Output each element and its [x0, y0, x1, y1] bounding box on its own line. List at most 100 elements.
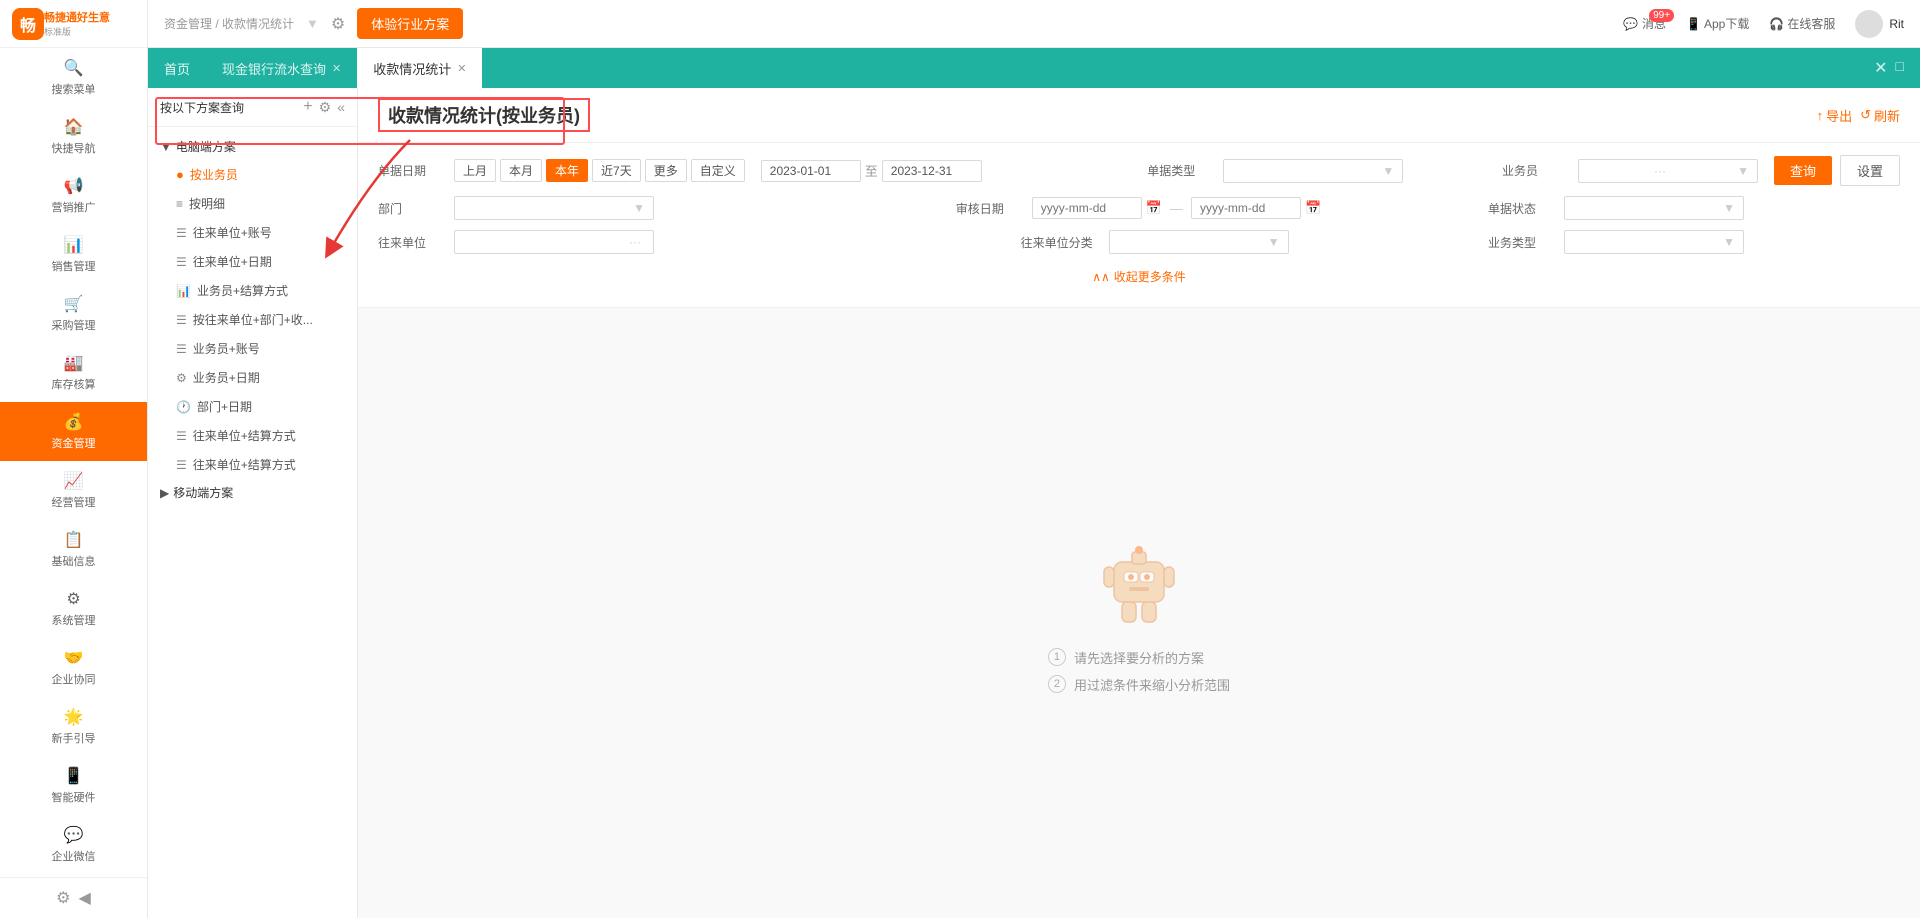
- audit-to-calendar-icon[interactable]: 📅: [1305, 200, 1321, 216]
- tree-item-salesperson-account[interactable]: ☰ 业务员+账号: [148, 334, 357, 363]
- biz-type-select[interactable]: ▼: [1564, 230, 1744, 254]
- trial-btn[interactable]: 体验行业方案: [357, 8, 463, 39]
- sidebar-item-basic[interactable]: 📋基础信息: [0, 520, 147, 579]
- mobile-group-header[interactable]: ▶ 移动端方案: [148, 479, 357, 506]
- dept-label: 部门: [378, 200, 438, 217]
- bill-status-select[interactable]: ▼: [1564, 196, 1744, 220]
- audit-to-input[interactable]: [1191, 197, 1301, 219]
- partner-more-btn[interactable]: ···: [629, 235, 641, 249]
- topbar-online-service[interactable]: 🎧 在线客服: [1769, 15, 1835, 32]
- topbar-settings-icon[interactable]: ⚙: [331, 14, 345, 34]
- export-button[interactable]: ↑ 导出: [1817, 106, 1853, 125]
- collapse-icon: ∧∧: [1092, 270, 1110, 284]
- salesperson-select[interactable]: ··· ▼: [1578, 159, 1758, 183]
- scheme-settings-icon[interactable]: ⚙: [319, 99, 332, 116]
- page-header: 收款情况统计(按业务员) ↑ 导出 ↺ 刷新: [358, 88, 1920, 143]
- sidebar-item-operation[interactable]: 📈经营管理: [0, 461, 147, 520]
- tree-item-unit-account[interactable]: ☰ 往来单位+账号: [148, 218, 357, 247]
- hint-num-1: 1: [1048, 648, 1066, 666]
- window-close-btn[interactable]: ✕: [1874, 58, 1887, 78]
- salesperson-label: 业务员: [1502, 162, 1562, 179]
- date-btn-last-month[interactable]: 上月: [454, 159, 496, 182]
- mobile-label: 移动端方案: [173, 484, 233, 501]
- sidebar-item-quick-nav[interactable]: 🏠快捷导航: [0, 107, 147, 166]
- tree-item-salesperson[interactable]: ● 按业务员: [148, 160, 357, 189]
- pc-group: ▼ 电脑端方案 ● 按业务员 ≡ 按明细 ☰ 往来单位+账号: [148, 133, 357, 479]
- tab-receipt-stats-close[interactable]: ✕: [457, 62, 466, 75]
- topbar-messages[interactable]: 💬 消息 99+: [1623, 15, 1666, 32]
- tree-item-unit-settlement1[interactable]: ☰ 往来单位+结算方式: [148, 421, 357, 450]
- empty-hints: 1 请先选择要分析的方案 2 用过滤条件来缩小分析范围: [1048, 648, 1230, 694]
- date-btn-this-month[interactable]: 本月: [500, 159, 542, 182]
- sidebar-label-hardware: 智能硬件: [52, 789, 96, 805]
- date-btn-7days[interactable]: 近7天: [592, 159, 641, 182]
- tree-item-unit-settlement2[interactable]: ☰ 往来单位+结算方式: [148, 450, 357, 479]
- date-btn-this-year[interactable]: 本年: [546, 159, 588, 182]
- sidebar-item-purchase[interactable]: 🛒采购管理: [0, 284, 147, 343]
- salesperson-more-icon: ···: [1654, 164, 1666, 178]
- sidebar-item-wechat[interactable]: 💬企业微信: [0, 815, 147, 874]
- tree-item-unit-dept-receipt[interactable]: ☰ 按往来单位+部门+收...: [148, 305, 357, 334]
- service-icon: 🎧: [1769, 17, 1784, 31]
- panel-collapse-icon[interactable]: «: [337, 99, 345, 115]
- hint-text-2: 用过滤条件来缩小分析范围: [1074, 675, 1230, 694]
- sidebar-item-warehouse[interactable]: 🏭库存核算: [0, 343, 147, 402]
- export-icon: ↑: [1817, 108, 1824, 123]
- bill-status-label: 单据状态: [1488, 200, 1548, 217]
- sidebar-item-guide[interactable]: 🌟新手引导: [0, 697, 147, 756]
- tree-item-dept-date[interactable]: 🕐 部门+日期: [148, 392, 357, 421]
- tree-item-detail[interactable]: ≡ 按明细: [148, 189, 357, 218]
- unit-account-label: 往来单位+账号: [193, 224, 272, 241]
- sidebar-label-operation: 经营管理: [52, 494, 96, 510]
- sidebar-item-system[interactable]: ⚙系统管理: [0, 579, 147, 638]
- date-input-group: 至: [761, 160, 982, 182]
- date-btn-more[interactable]: 更多: [645, 159, 687, 182]
- sidebar-item-enterprise[interactable]: 🤝企业协同: [0, 638, 147, 697]
- sidebar-label-purchase: 采购管理: [52, 317, 96, 333]
- biz-type-arrow: ▼: [1723, 235, 1735, 249]
- sidebar-item-search[interactable]: 🔍搜索菜单: [0, 48, 147, 107]
- date-from-input[interactable]: [761, 160, 861, 182]
- dept-date-icon: 🕐: [176, 400, 191, 414]
- sidebar-item-hardware[interactable]: 📱智能硬件: [0, 756, 147, 815]
- sidebar-item-finance[interactable]: 💰资金管理: [0, 402, 147, 461]
- add-scheme-icon[interactable]: +: [303, 98, 312, 116]
- tree-item-salesperson-settlement[interactable]: 📊 业务员+结算方式: [148, 276, 357, 305]
- salesperson-account-icon: ☰: [176, 342, 187, 356]
- partner-select[interactable]: ···: [454, 230, 654, 254]
- detail-icon: ≡: [176, 197, 183, 211]
- tab-receipt-stats-label: 收款情况统计: [373, 59, 451, 78]
- sidebar-settings-icon[interactable]: ⚙: [56, 888, 70, 908]
- query-button[interactable]: 查询: [1774, 156, 1832, 185]
- date-to-input[interactable]: [882, 160, 982, 182]
- collapse-btn[interactable]: ∧∧ 收起更多条件: [1092, 260, 1186, 293]
- tab-bank-flow-label: 现金银行流水查询: [222, 59, 326, 78]
- tab-bank-flow[interactable]: 现金银行流水查询 ✕: [206, 48, 357, 88]
- dept-select[interactable]: ▼: [454, 196, 654, 220]
- unit-settlement2-icon: ☰: [176, 458, 187, 472]
- tab-receipt-stats[interactable]: 收款情况统计 ✕: [357, 48, 482, 88]
- tree-item-unit-date[interactable]: ☰ 往来单位+日期: [148, 247, 357, 276]
- filter-row-2: 部门 ▼ 审核日期 📅 — 📅 单据状态: [378, 196, 1900, 220]
- bill-type-select[interactable]: ▼: [1223, 159, 1403, 183]
- user-avatar-area[interactable]: Rit: [1855, 10, 1904, 38]
- sidebar-collapse-icon[interactable]: ◀: [79, 888, 91, 908]
- tab-home[interactable]: 首页: [148, 48, 206, 88]
- sidebar-item-marketing[interactable]: 📢营销推广: [0, 166, 147, 225]
- left-panel-actions: + ⚙ «: [303, 98, 345, 116]
- settings-button[interactable]: 设置: [1840, 155, 1900, 186]
- pc-group-header[interactable]: ▼ 电脑端方案: [148, 133, 357, 160]
- refresh-button[interactable]: ↺ 刷新: [1860, 106, 1900, 125]
- sidebar-item-sales[interactable]: 📊销售管理: [0, 225, 147, 284]
- audit-from-calendar-icon[interactable]: 📅: [1146, 200, 1162, 216]
- audit-date-separator: —: [1166, 201, 1187, 216]
- window-max-btn[interactable]: □: [1896, 58, 1904, 78]
- tab-bank-flow-close[interactable]: ✕: [332, 62, 341, 75]
- tree-item-salesperson-date[interactable]: ⚙ 业务员+日期: [148, 363, 357, 392]
- topbar-app-download[interactable]: 📱 App下载: [1686, 15, 1749, 32]
- tab-window-buttons: ✕ □: [1874, 58, 1920, 78]
- partner-category-select[interactable]: ▼: [1109, 230, 1289, 254]
- date-btn-custom[interactable]: 自定义: [691, 159, 745, 182]
- audit-from-input[interactable]: [1032, 197, 1142, 219]
- sidebar-label-warehouse: 库存核算: [52, 376, 96, 392]
